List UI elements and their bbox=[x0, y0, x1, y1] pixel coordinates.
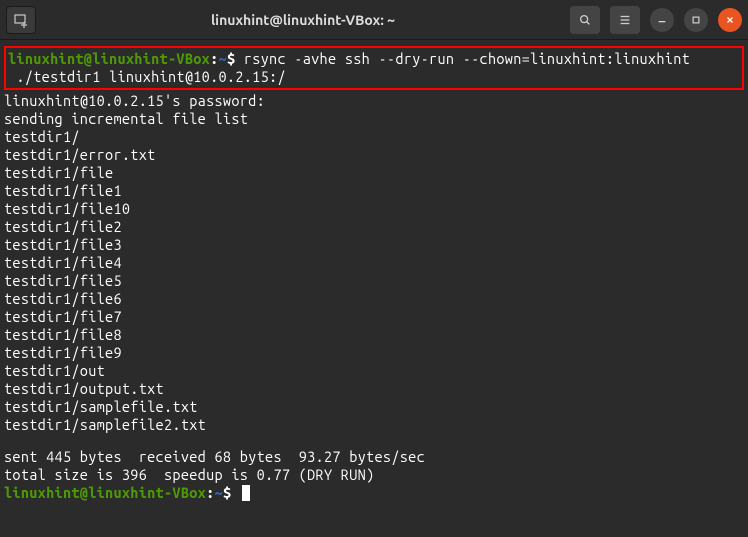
prompt-colon: : bbox=[210, 50, 218, 67]
maximize-button[interactable] bbox=[684, 8, 708, 32]
output-line: testdir1/file10 bbox=[4, 200, 744, 218]
output-line: testdir1/file3 bbox=[4, 236, 744, 254]
close-button[interactable] bbox=[718, 8, 742, 32]
output-line: testdir1/output.txt bbox=[4, 380, 744, 398]
output-line: testdir1/samplefile2.txt bbox=[4, 416, 744, 434]
output-line: sending incremental file list bbox=[4, 110, 744, 128]
prompt-user: linuxhint@linuxhint-VBox bbox=[8, 50, 210, 67]
command-text-1: rsync -avhe ssh --dry-run --chown=linuxh… bbox=[235, 50, 690, 67]
prompt-path: ~ bbox=[215, 484, 223, 501]
command-highlight: linuxhint@linuxhint-VBox:~$ rsync -avhe … bbox=[4, 46, 744, 90]
hamburger-icon bbox=[618, 13, 632, 27]
output-line: testdir1/file5 bbox=[4, 272, 744, 290]
prompt-user: linuxhint@linuxhint-VBox bbox=[4, 484, 206, 501]
new-tab-icon bbox=[13, 12, 29, 28]
output-line: testdir1/file7 bbox=[4, 308, 744, 326]
summary-line-2: total size is 396 speedup is 0.77 (DRY R… bbox=[4, 466, 744, 484]
summary-line-1: sent 445 bytes received 68 bytes 93.27 b… bbox=[4, 448, 744, 466]
search-icon bbox=[578, 13, 592, 27]
cursor bbox=[242, 485, 250, 501]
output-line: testdir1/error.txt bbox=[4, 146, 744, 164]
command-line-2: ./testdir1 linuxhint@10.0.2.15:/ bbox=[8, 68, 740, 86]
maximize-icon bbox=[691, 15, 701, 25]
output-line: testdir1/ bbox=[4, 128, 744, 146]
command-line-1: linuxhint@linuxhint-VBox:~$ rsync -avhe … bbox=[8, 50, 740, 68]
output-line: testdir1/file6 bbox=[4, 290, 744, 308]
output-line: testdir1/file1 bbox=[4, 182, 744, 200]
window-title: linuxhint@linuxhint-VBox: ~ bbox=[44, 12, 562, 28]
output-block: linuxhint@10.0.2.15's password:sending i… bbox=[4, 92, 744, 434]
output-line: testdir1/file8 bbox=[4, 326, 744, 344]
prompt-colon: : bbox=[206, 484, 214, 501]
titlebar: linuxhint@linuxhint-VBox: ~ bbox=[0, 0, 748, 40]
output-line: testdir1/file2 bbox=[4, 218, 744, 236]
output-line: testdir1/file bbox=[4, 164, 744, 182]
output-line: testdir1/file4 bbox=[4, 254, 744, 272]
new-tab-button[interactable] bbox=[6, 6, 36, 34]
search-button[interactable] bbox=[570, 6, 600, 34]
output-line: testdir1/out bbox=[4, 362, 744, 380]
menu-button[interactable] bbox=[610, 6, 640, 34]
close-icon bbox=[725, 15, 735, 25]
minimize-icon bbox=[657, 15, 667, 25]
output-line: linuxhint@10.0.2.15's password: bbox=[4, 92, 744, 110]
prompt-line: linuxhint@linuxhint-VBox:~$ bbox=[4, 484, 744, 502]
output-line: testdir1/file9 bbox=[4, 344, 744, 362]
prompt-path: ~ bbox=[219, 50, 227, 67]
minimize-button[interactable] bbox=[650, 8, 674, 32]
output-line: testdir1/samplefile.txt bbox=[4, 398, 744, 416]
terminal-body[interactable]: linuxhint@linuxhint-VBox:~$ rsync -avhe … bbox=[0, 40, 748, 508]
